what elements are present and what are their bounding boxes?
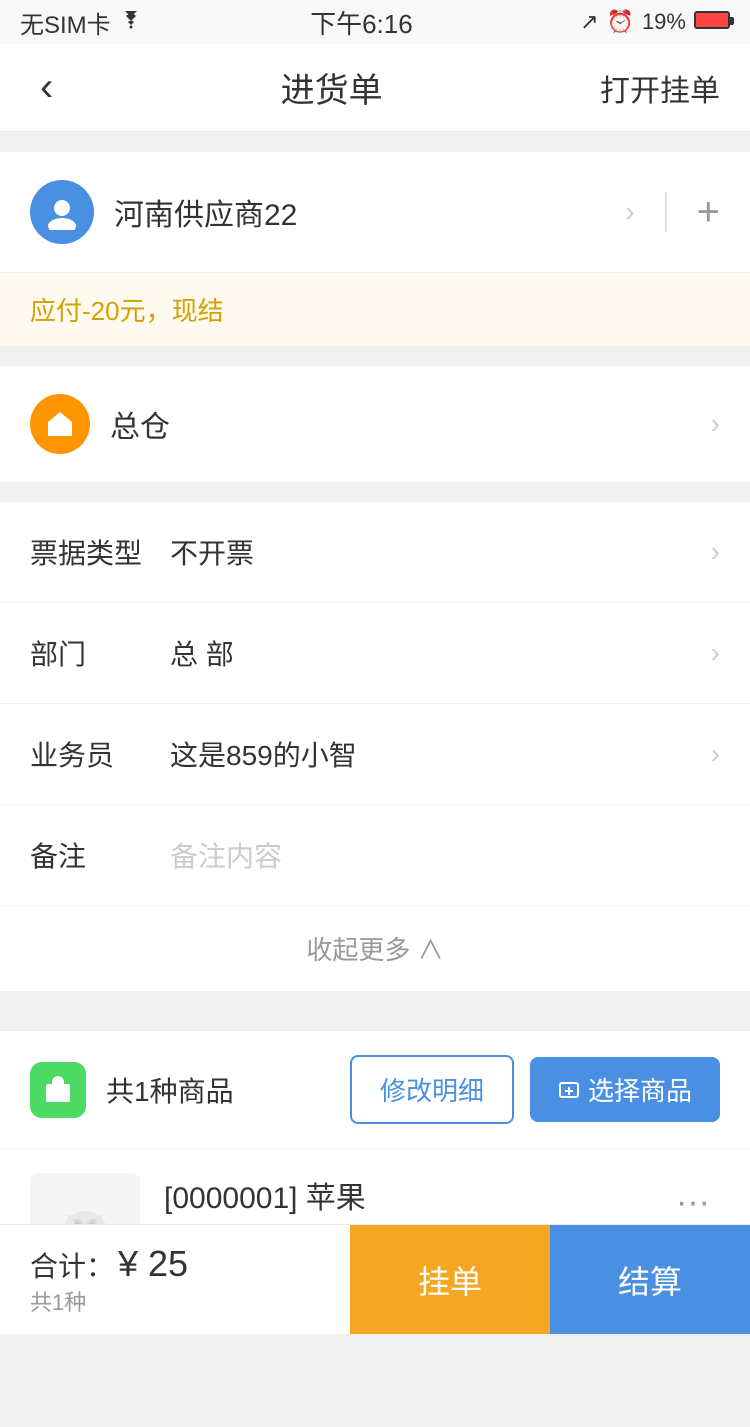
dept-chevron: › (711, 637, 720, 669)
products-header: 共1种商品 修改明细 选择商品 (0, 1031, 750, 1149)
total-amount: ¥ 25 (118, 1243, 188, 1285)
remark-row[interactable]: 备注 备注内容 (0, 805, 750, 905)
total-count: 共1种 (30, 1285, 320, 1317)
status-right: ↗ ⏰ 19% (580, 9, 730, 35)
warehouse-row[interactable]: 总仓 › (0, 366, 750, 482)
wifi-icon (119, 8, 143, 36)
supplier-name: 河南供应商22 (114, 190, 625, 234)
warehouse-chevron: › (711, 408, 720, 440)
back-button[interactable]: ‹ (30, 55, 63, 120)
status-left: 无SIM卡 (20, 5, 143, 40)
supplier-divider (665, 192, 667, 232)
bottom-bar: 合计： ¥ 25 共1种 挂单 结算 (0, 1224, 750, 1334)
open-hang-button[interactable]: 打开挂单 (600, 66, 720, 110)
sales-label: 业务员 (30, 734, 150, 774)
sales-row[interactable]: 业务员 这是859的小智 › (0, 704, 750, 805)
dept-value: 总 部 (150, 633, 711, 673)
supplier-avatar (30, 180, 94, 244)
products-count: 共1种商品 (106, 1070, 350, 1110)
settle-button[interactable]: 结算 (550, 1225, 750, 1334)
supplier-row[interactable]: 河南供应商22 › + (0, 152, 750, 273)
sales-chevron: › (711, 738, 720, 770)
status-bar: 无SIM卡 下午6:16 ↗ ⏰ 19% (0, 0, 750, 44)
total-label: 合计： (30, 1245, 114, 1285)
collapse-section[interactable]: 收起更多 ∧ (0, 905, 750, 991)
gap-1 (0, 132, 750, 152)
status-time: 下午6:16 (310, 4, 413, 41)
battery-icon-container (694, 9, 730, 35)
warehouse-icon (30, 394, 90, 454)
location-icon: ↗ (580, 9, 598, 35)
invoice-value: 不开票 (150, 532, 711, 572)
warehouse-name: 总仓 (110, 402, 711, 446)
products-icon (30, 1062, 86, 1118)
collapse-button[interactable]: 收起更多 ∧ (306, 930, 443, 967)
total-section: 合计： ¥ 25 共1种 (0, 1225, 350, 1334)
supplier-add-button[interactable]: + (697, 190, 720, 235)
select-product-button[interactable]: 选择商品 (530, 1057, 720, 1122)
carrier-text: 无SIM卡 (20, 5, 111, 40)
remark-label: 备注 (30, 835, 150, 875)
invoice-label: 票据类型 (30, 532, 150, 572)
nav-bar: ‹ 进货单 打开挂单 (0, 44, 750, 132)
dept-label: 部门 (30, 633, 150, 673)
product-title: 苹果 (306, 1182, 366, 1215)
product-name: [0000001] 苹果 (164, 1173, 666, 1217)
dept-row[interactable]: 部门 总 部 › (0, 603, 750, 704)
select-product-label: 选择商品 (588, 1071, 692, 1108)
gap-2 (0, 991, 750, 1011)
supplier-section: 河南供应商22 › + 应付-20元，现结 (0, 152, 750, 346)
battery-text: 19% (642, 9, 686, 35)
supplier-chevron: › (625, 196, 634, 228)
edit-detail-button[interactable]: 修改明细 (350, 1055, 514, 1124)
notice-bar: 应付-20元，现结 (0, 273, 750, 346)
form-section: 票据类型 不开票 › 部门 总 部 › 业务员 这是859的小智 › 备注 备注… (0, 502, 750, 905)
sales-value: 这是859的小智 (150, 734, 711, 774)
remark-value: 备注内容 (150, 835, 720, 875)
invoice-row[interactable]: 票据类型 不开票 › (0, 502, 750, 603)
product-code: [0000001] (164, 1182, 306, 1215)
alarm-icon: ⏰ (607, 9, 634, 35)
notice-text: 应付-20元，现结 (30, 296, 224, 326)
hang-button[interactable]: 挂单 (350, 1225, 550, 1334)
page-title: 进货单 (281, 63, 383, 112)
invoice-chevron: › (711, 536, 720, 568)
warehouse-section: 总仓 › (0, 366, 750, 482)
